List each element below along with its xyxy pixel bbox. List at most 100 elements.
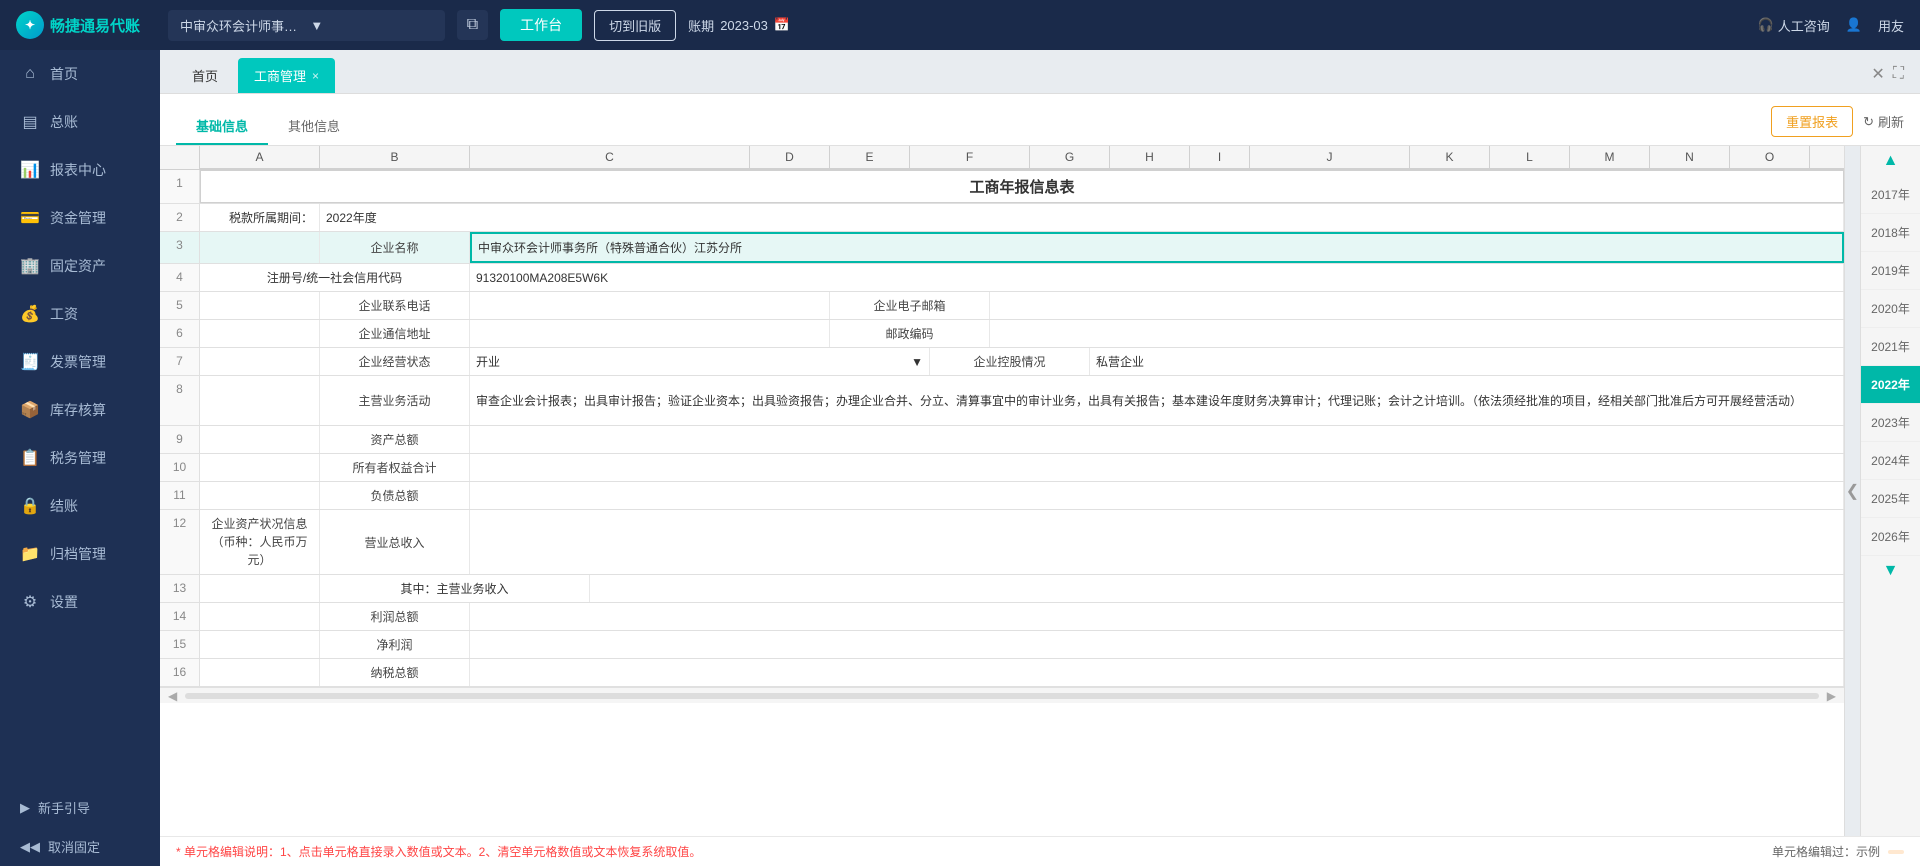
sidebar-item-wages[interactable]: 💰 工资 bbox=[0, 290, 160, 338]
workbench-button[interactable]: 工作台 bbox=[500, 9, 582, 41]
sidebar-item-tax[interactable]: 📋 税务管理 bbox=[0, 434, 160, 482]
row-number: 7 bbox=[160, 348, 200, 375]
row15-value[interactable] bbox=[470, 631, 1844, 658]
close-panel-button[interactable]: ✕ bbox=[1871, 64, 1884, 84]
sidebar-item-ledger[interactable]: ▤ 总账 bbox=[0, 98, 160, 146]
year-item-2021[interactable]: 2021年 bbox=[1861, 328, 1920, 366]
table-row: 7 企业经营状态 开业 ▼ 企业控股情况 私营企业 bbox=[160, 348, 1844, 376]
tab-gongshang[interactable]: 工商管理 × bbox=[238, 58, 335, 93]
year-item-2018[interactable]: 2018年 bbox=[1861, 214, 1920, 252]
year-item-2020[interactable]: 2020年 bbox=[1861, 290, 1920, 328]
row4-value[interactable]: 91320100MA208E5W6K bbox=[470, 264, 1844, 291]
reset-report-button[interactable]: 重置报表 bbox=[1771, 106, 1853, 137]
sheet-title-cell[interactable]: 工商年报信息表 bbox=[200, 170, 1844, 203]
year-panel: ▲ 2017年 2018年 2019年 2020年 2021年 bbox=[1860, 146, 1920, 836]
sidebar-item-assets[interactable]: 🏢 固定资产 bbox=[0, 242, 160, 290]
tab-close-button[interactable]: × bbox=[312, 69, 319, 83]
scroll-left-icon[interactable]: ◀ bbox=[160, 689, 185, 703]
year-item-2023[interactable]: 2023年 bbox=[1861, 404, 1920, 442]
company-selector[interactable]: 中审众环会计师事务所（特殊普通合伙... ▼ bbox=[168, 10, 445, 41]
unpin-icon: ◀◀ bbox=[20, 839, 40, 855]
year-item-2019[interactable]: 2019年 bbox=[1861, 252, 1920, 290]
horizontal-scrollbar[interactable]: ◀ ▶ bbox=[160, 687, 1844, 703]
row6-post-value[interactable] bbox=[990, 320, 1844, 347]
scroll-right-icon[interactable]: ▶ bbox=[1819, 689, 1844, 703]
sidebar-item-funds[interactable]: 💳 资金管理 bbox=[0, 194, 160, 242]
row5-label: 企业联系电话 bbox=[320, 292, 470, 319]
tab-active-label: 工商管理 bbox=[254, 66, 306, 85]
sidebar-item-inventory[interactable]: 📦 库存核算 bbox=[0, 386, 160, 434]
tab-home[interactable]: 首页 bbox=[176, 58, 234, 93]
row5-phone-value[interactable] bbox=[470, 292, 830, 319]
row10-label: 所有者权益合计 bbox=[320, 454, 470, 481]
archive-icon: 📁 bbox=[20, 544, 40, 564]
table-row: 9 资产总额 bbox=[160, 426, 1844, 454]
unpin-sidebar[interactable]: ◀◀ 取消固定 bbox=[0, 827, 160, 866]
sidebar-item-archive[interactable]: 📁 归档管理 bbox=[0, 530, 160, 578]
period-label: 账期 bbox=[688, 16, 714, 35]
row6-addr-value[interactable] bbox=[470, 320, 830, 347]
col-header-k: K bbox=[1410, 146, 1490, 169]
header-right: 🎧 人工咨询 👤 用友 bbox=[1758, 16, 1904, 35]
year-nav-down[interactable]: ▼ bbox=[1861, 556, 1920, 586]
sidebar-item-reports[interactable]: 📊 报表中心 bbox=[0, 146, 160, 194]
row13-value[interactable] bbox=[590, 575, 1844, 602]
row14-value[interactable] bbox=[470, 603, 1844, 630]
table-row: 14 利润总额 bbox=[160, 603, 1844, 631]
scroll-track[interactable] bbox=[185, 693, 1819, 699]
row12-revenue-value[interactable] bbox=[470, 510, 1844, 574]
sidebar-label-assets: 固定资产 bbox=[50, 256, 106, 276]
spreadsheet-main[interactable]: A B C D E F G H I J K L M N O bbox=[160, 146, 1844, 836]
year-item-2024[interactable]: 2024年 bbox=[1861, 442, 1920, 480]
refresh-button[interactable]: ↻ 刷新 bbox=[1863, 112, 1904, 131]
table-row: 5 企业联系电话 企业电子邮箱 bbox=[160, 292, 1844, 320]
row-number: 4 bbox=[160, 264, 200, 291]
row8-value[interactable]: 审查企业会计报表；出具审计报告；验证企业资本；出具验资报告；办理企业合并、分立、… bbox=[470, 376, 1844, 425]
row5-email-value[interactable] bbox=[990, 292, 1844, 319]
expand-panel-button[interactable]: ⛶ bbox=[1893, 64, 1904, 84]
row9-value[interactable] bbox=[470, 426, 1844, 453]
sidebar-item-settings[interactable]: ⚙ 设置 bbox=[0, 578, 160, 626]
table-row: 4 注册号/统一社会信用代码 91320100MA208E5W6K bbox=[160, 264, 1844, 292]
year-item-2022[interactable]: 2022年 bbox=[1861, 366, 1920, 404]
row12-revenue-label: 营业总收入 bbox=[320, 510, 470, 574]
app-logo: ✦ 畅捷通易代账 bbox=[16, 11, 156, 39]
col-header-i: I bbox=[1190, 146, 1250, 169]
copy-icon-button[interactable]: ⧉ bbox=[457, 10, 488, 40]
tab-basic-info[interactable]: 基础信息 bbox=[176, 108, 268, 145]
row11-value[interactable] bbox=[470, 482, 1844, 509]
year-item-2026[interactable]: 2026年 bbox=[1861, 518, 1920, 556]
row7-holding-value[interactable]: 私营企业 bbox=[1090, 348, 1844, 375]
col-header-c: C bbox=[470, 146, 750, 169]
sidebar-item-home[interactable]: ⌂ 首页 bbox=[0, 50, 160, 98]
new-user-guide[interactable]: ▶ 新手引导 bbox=[0, 788, 160, 827]
panel-collapse[interactable]: ❮ bbox=[1844, 146, 1860, 836]
service-button[interactable]: 🎧 人工咨询 bbox=[1758, 16, 1830, 35]
unpin-label: 取消固定 bbox=[48, 837, 100, 856]
row2-value[interactable]: 2022年度 bbox=[320, 204, 1844, 231]
year-nav-up[interactable]: ▲ bbox=[1861, 146, 1920, 176]
switch-version-button[interactable]: 切到旧版 bbox=[594, 10, 676, 41]
calendar-icon[interactable]: 📅 bbox=[774, 17, 790, 33]
table-row-highlighted: 3 企业名称 中审众环会计师事务所（特殊普通合伙）江苏分所 bbox=[160, 232, 1844, 264]
user-label[interactable]: 用友 bbox=[1878, 16, 1904, 35]
main-layout: ⌂ 首页 ▤ 总账 📊 报表中心 💳 资金管理 🏢 固定资产 💰 工资 bbox=[0, 50, 1920, 866]
sidebar: ⌂ 首页 ▤ 总账 📊 报表中心 💳 资金管理 🏢 固定资产 💰 工资 bbox=[0, 50, 160, 866]
tab-other-info[interactable]: 其他信息 bbox=[268, 108, 360, 145]
table-row: 15 净利润 bbox=[160, 631, 1844, 659]
col-header-l: L bbox=[1490, 146, 1570, 169]
reports-icon: 📊 bbox=[20, 160, 40, 180]
row16-value[interactable] bbox=[470, 659, 1844, 686]
status-right: 单元格编辑过：示例 bbox=[1772, 843, 1904, 860]
year-item-2025[interactable]: 2025年 bbox=[1861, 480, 1920, 518]
company-name-cell[interactable]: 中审众环会计师事务所（特殊普通合伙）江苏分所 bbox=[470, 232, 1844, 263]
status-hint: * 单元格编辑说明：1、点击单元格直接录入数值或文本。2、清空单元格数值或文本恢… bbox=[176, 843, 701, 860]
year-item-2017[interactable]: 2017年 bbox=[1861, 176, 1920, 214]
row-number: 8 bbox=[160, 376, 200, 425]
row7-status-value[interactable]: 开业 ▼ bbox=[470, 348, 930, 375]
row10-value[interactable] bbox=[470, 454, 1844, 481]
sidebar-item-closing[interactable]: 🔒 结账 bbox=[0, 482, 160, 530]
invoices-icon: 🧾 bbox=[20, 352, 40, 372]
sidebar-item-invoices[interactable]: 🧾 发票管理 bbox=[0, 338, 160, 386]
dropdown-arrow-icon[interactable]: ▼ bbox=[911, 355, 923, 369]
